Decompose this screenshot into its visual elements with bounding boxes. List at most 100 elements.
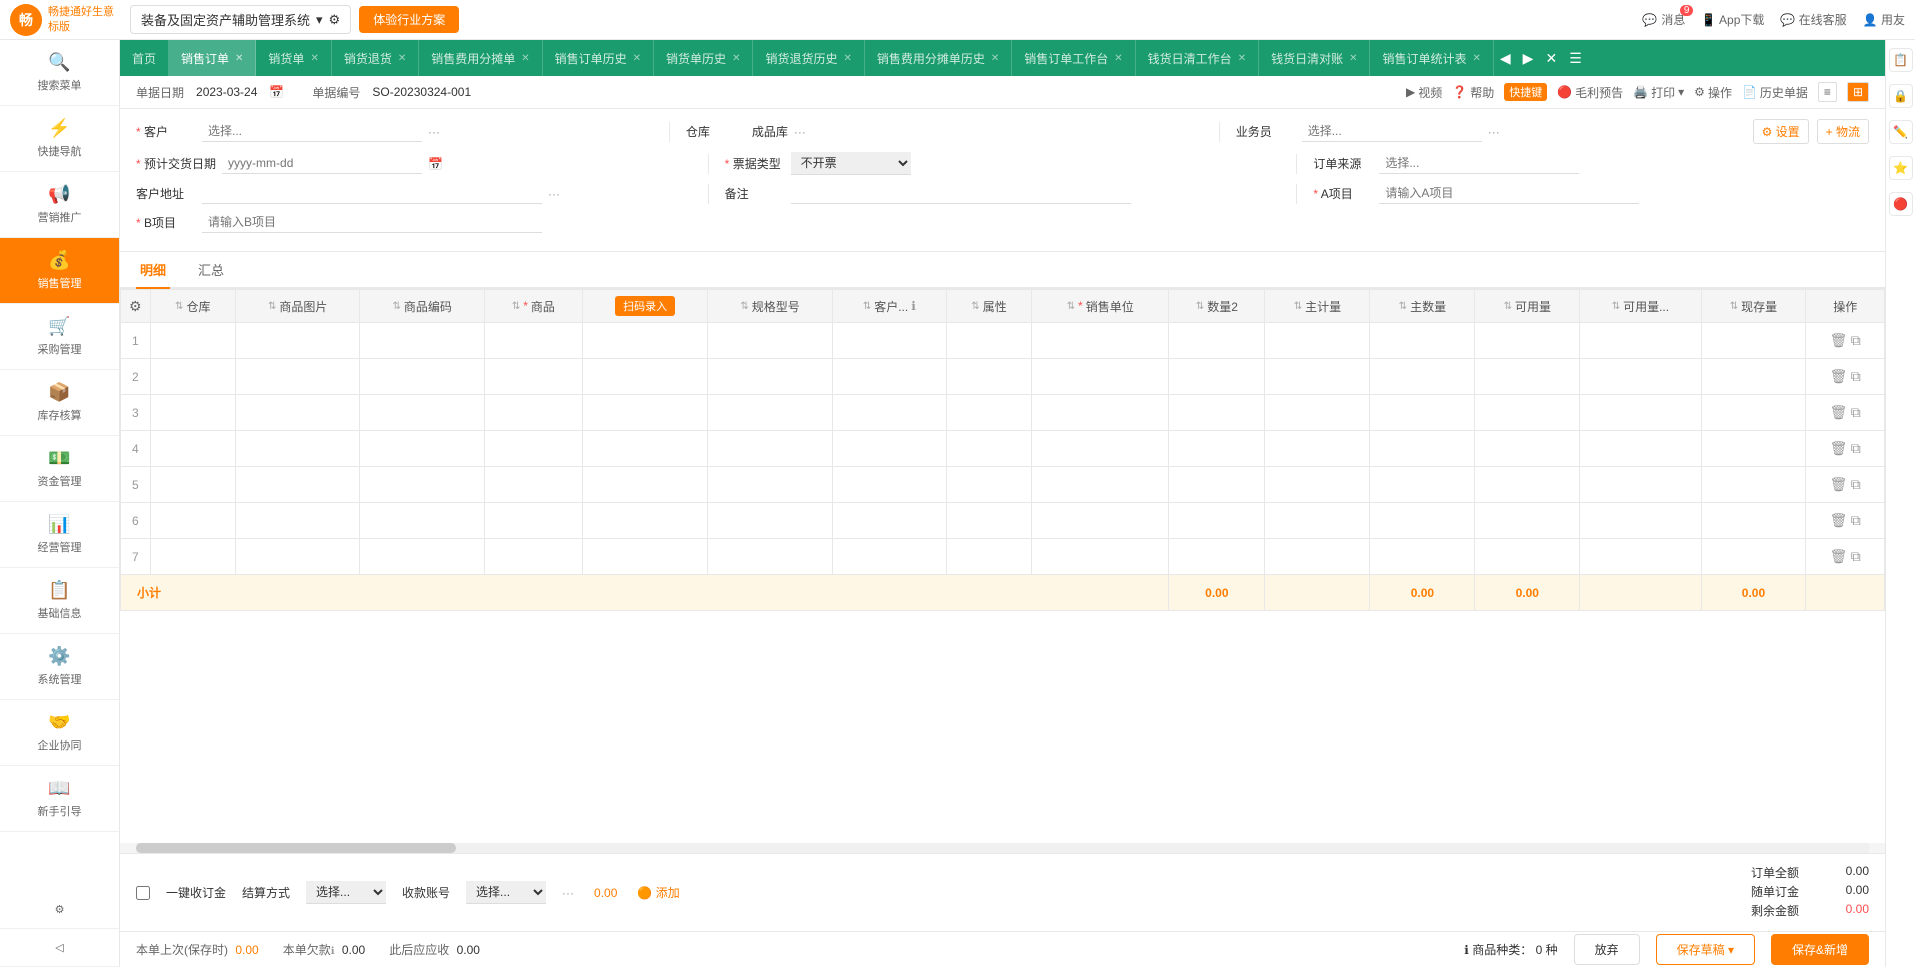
sidebar-item-basic[interactable]: 📋 基础信息 (0, 568, 119, 634)
user-menu[interactable]: 👤 用友 (1863, 11, 1905, 28)
save-new-btn[interactable]: 保存&新增 (1771, 934, 1869, 965)
b-project-input[interactable] (202, 212, 542, 233)
table-settings-icon[interactable]: ⚙ (129, 298, 142, 314)
cell-warehouse-3[interactable] (150, 395, 235, 431)
detail-tab-summary[interactable]: 汇总 (194, 252, 228, 289)
auto-checkout-checkbox[interactable] (136, 886, 150, 900)
tab-daily-workspace[interactable]: 钱货日清工作台 ✕ (1136, 40, 1259, 76)
address-more-btn[interactable]: ··· (548, 187, 560, 201)
sidebar-item-search[interactable]: 🔍 搜索菜单 (0, 40, 119, 106)
online-service[interactable]: 💬 在线客服 (1780, 11, 1846, 28)
tab-close-inv-hist[interactable]: ✕ (732, 53, 740, 64)
tab-close-account[interactable]: ✕ (1349, 53, 1357, 64)
delete-row-1-btn[interactable]: 🗑 (1830, 332, 1848, 349)
copy-row-6-btn[interactable]: ⧉ (1851, 512, 1861, 529)
warehouse-more-btn[interactable]: ··· (794, 125, 806, 139)
tab-close-invoice[interactable]: ✕ (310, 53, 318, 64)
system-title[interactable]: 装备及固定资产辅助管理系统 ▾ ⚙ (130, 5, 351, 34)
add-material-btn[interactable]: + 物流 (1817, 119, 1869, 144)
th-setting[interactable]: ⚙ (121, 290, 151, 323)
a-project-input[interactable] (1379, 183, 1639, 204)
tab-next-btn[interactable]: ▶ (1517, 40, 1540, 76)
rs-btn-1[interactable]: 📋 (1889, 48, 1913, 72)
tab-fee-split[interactable]: 销售费用分摊单 ✕ (419, 40, 542, 76)
tab-menu-btn[interactable]: ☰ (1563, 40, 1588, 76)
calendar-icon-2[interactable]: 📅 (428, 157, 443, 171)
copy-row-4-btn[interactable]: ⧉ (1851, 440, 1861, 457)
cell-code-1[interactable] (360, 323, 485, 359)
rs-btn-2[interactable]: 🔒 (1889, 84, 1913, 108)
tab-home[interactable]: 首页 (120, 40, 169, 76)
tab-return[interactable]: 销货退货 ✕ (332, 40, 419, 76)
tab-close-fee[interactable]: ✕ (521, 53, 529, 64)
tab-close-order-hist[interactable]: ✕ (633, 53, 641, 64)
cell-qty2-1[interactable] (1169, 323, 1265, 359)
sidebar-item-inventory[interactable]: 📦 库存核算 (0, 370, 119, 436)
add-payment-btn[interactable]: 🟠 添加 (637, 884, 679, 901)
copy-row-5-btn[interactable]: ⧉ (1851, 476, 1861, 493)
cell-main-qty-1[interactable] (1370, 323, 1475, 359)
layout-btn2[interactable]: ⊞ (1847, 82, 1869, 102)
scroll-track[interactable] (136, 843, 1869, 853)
invoice-select[interactable]: 不开票 (791, 152, 911, 175)
tab-close-ret-hist[interactable]: ✕ (843, 53, 851, 64)
save-draft-btn[interactable]: 保存草稿 ▾ (1656, 934, 1755, 965)
rs-btn-5[interactable]: 🔴 (1889, 192, 1913, 216)
profit-btn[interactable]: 🔴 毛利预告 (1557, 84, 1623, 101)
cell-product-2[interactable] (484, 359, 582, 395)
tab-daily-account[interactable]: 钱货日清对账 ✕ (1259, 40, 1370, 76)
tab-sales-order[interactable]: 销售订单 ✕ (169, 40, 256, 76)
tab-close-all-btn[interactable]: ✕ (1539, 40, 1563, 76)
copy-row-2-btn[interactable]: ⧉ (1851, 368, 1861, 385)
cell-qty2-2[interactable] (1169, 359, 1265, 395)
plan-button[interactable]: 体验行业方案 (359, 6, 459, 33)
sidebar-settings[interactable]: ⚙ (0, 891, 119, 929)
tab-close-sales-order[interactable]: ✕ (235, 53, 243, 64)
tab-close-workspace[interactable]: ✕ (1114, 53, 1122, 64)
settings-right-btn[interactable]: ⚙ 设置 (1753, 119, 1809, 144)
tab-prev-btn[interactable]: ◀ (1494, 40, 1517, 76)
rs-btn-4[interactable]: ⭐ (1889, 156, 1913, 180)
staff-more-btn[interactable]: ··· (1488, 125, 1500, 139)
cell-unit-2[interactable] (1032, 359, 1169, 395)
delete-row-5-btn[interactable]: 🗑 (1830, 476, 1848, 493)
view-btn[interactable]: ▶ 视频 (1406, 84, 1442, 101)
customer-more-btn[interactable]: ··· (428, 125, 440, 139)
sidebar-item-guide[interactable]: 📖 新手引导 (0, 766, 119, 832)
scroll-thumb[interactable] (136, 843, 456, 853)
cell-code-2[interactable] (360, 359, 485, 395)
staff-input[interactable] (1302, 121, 1482, 142)
calendar-icon[interactable]: 📅 (269, 85, 284, 99)
delivery-input[interactable] (222, 153, 422, 174)
copy-row-7-btn[interactable]: ⧉ (1851, 548, 1861, 565)
sidebar-item-finance[interactable]: 💵 资金管理 (0, 436, 119, 502)
shortcut-btn[interactable]: 快捷键 (1504, 83, 1547, 101)
copy-row-3-btn[interactable]: ⧉ (1851, 404, 1861, 421)
account-more-btn[interactable]: ··· (562, 886, 574, 900)
cell-warehouse-2[interactable] (150, 359, 235, 395)
tab-order-history[interactable]: 销售订单历史 ✕ (543, 40, 654, 76)
sidebar-item-operation[interactable]: 📊 经营管理 (0, 502, 119, 568)
tab-close-return[interactable]: ✕ (398, 53, 406, 64)
sidebar-item-nav[interactable]: ⚡ 快捷导航 (0, 106, 119, 172)
sidebar-item-marketing[interactable]: 📢 营销推广 (0, 172, 119, 238)
cell-warehouse-1[interactable] (150, 323, 235, 359)
delete-row-3-btn[interactable]: 🗑 (1830, 404, 1848, 421)
operate-btn[interactable]: ⚙ 操作 (1694, 84, 1732, 101)
sidebar-item-system[interactable]: ⚙️ 系统管理 (0, 634, 119, 700)
app-download[interactable]: 📱 App下载 (1701, 11, 1764, 28)
delete-row-7-btn[interactable]: 🗑 (1830, 548, 1848, 565)
tab-order-workspace[interactable]: 销售订单工作台 ✕ (1012, 40, 1135, 76)
help-btn[interactable]: ❓ 帮助 (1452, 84, 1494, 101)
scan-btn[interactable]: 扫码录入 (615, 296, 675, 316)
tab-invoice-history[interactable]: 销货单历史 ✕ (654, 40, 753, 76)
payment-method-select[interactable]: 选择... (306, 881, 386, 904)
history-btn[interactable]: 📄 历史单据 (1742, 84, 1808, 101)
address-input[interactable] (202, 183, 542, 204)
copy-row-1-btn[interactable]: ⧉ (1851, 332, 1861, 349)
cell-unit-1[interactable] (1032, 323, 1169, 359)
delete-row-2-btn[interactable]: 🗑 (1830, 368, 1848, 385)
tab-fee-history[interactable]: 销售费用分摊单历史 ✕ (865, 40, 1012, 76)
message-badge[interactable]: 💬 消息 9 (1642, 11, 1685, 28)
tab-sales-invoice[interactable]: 销货单 ✕ (256, 40, 331, 76)
